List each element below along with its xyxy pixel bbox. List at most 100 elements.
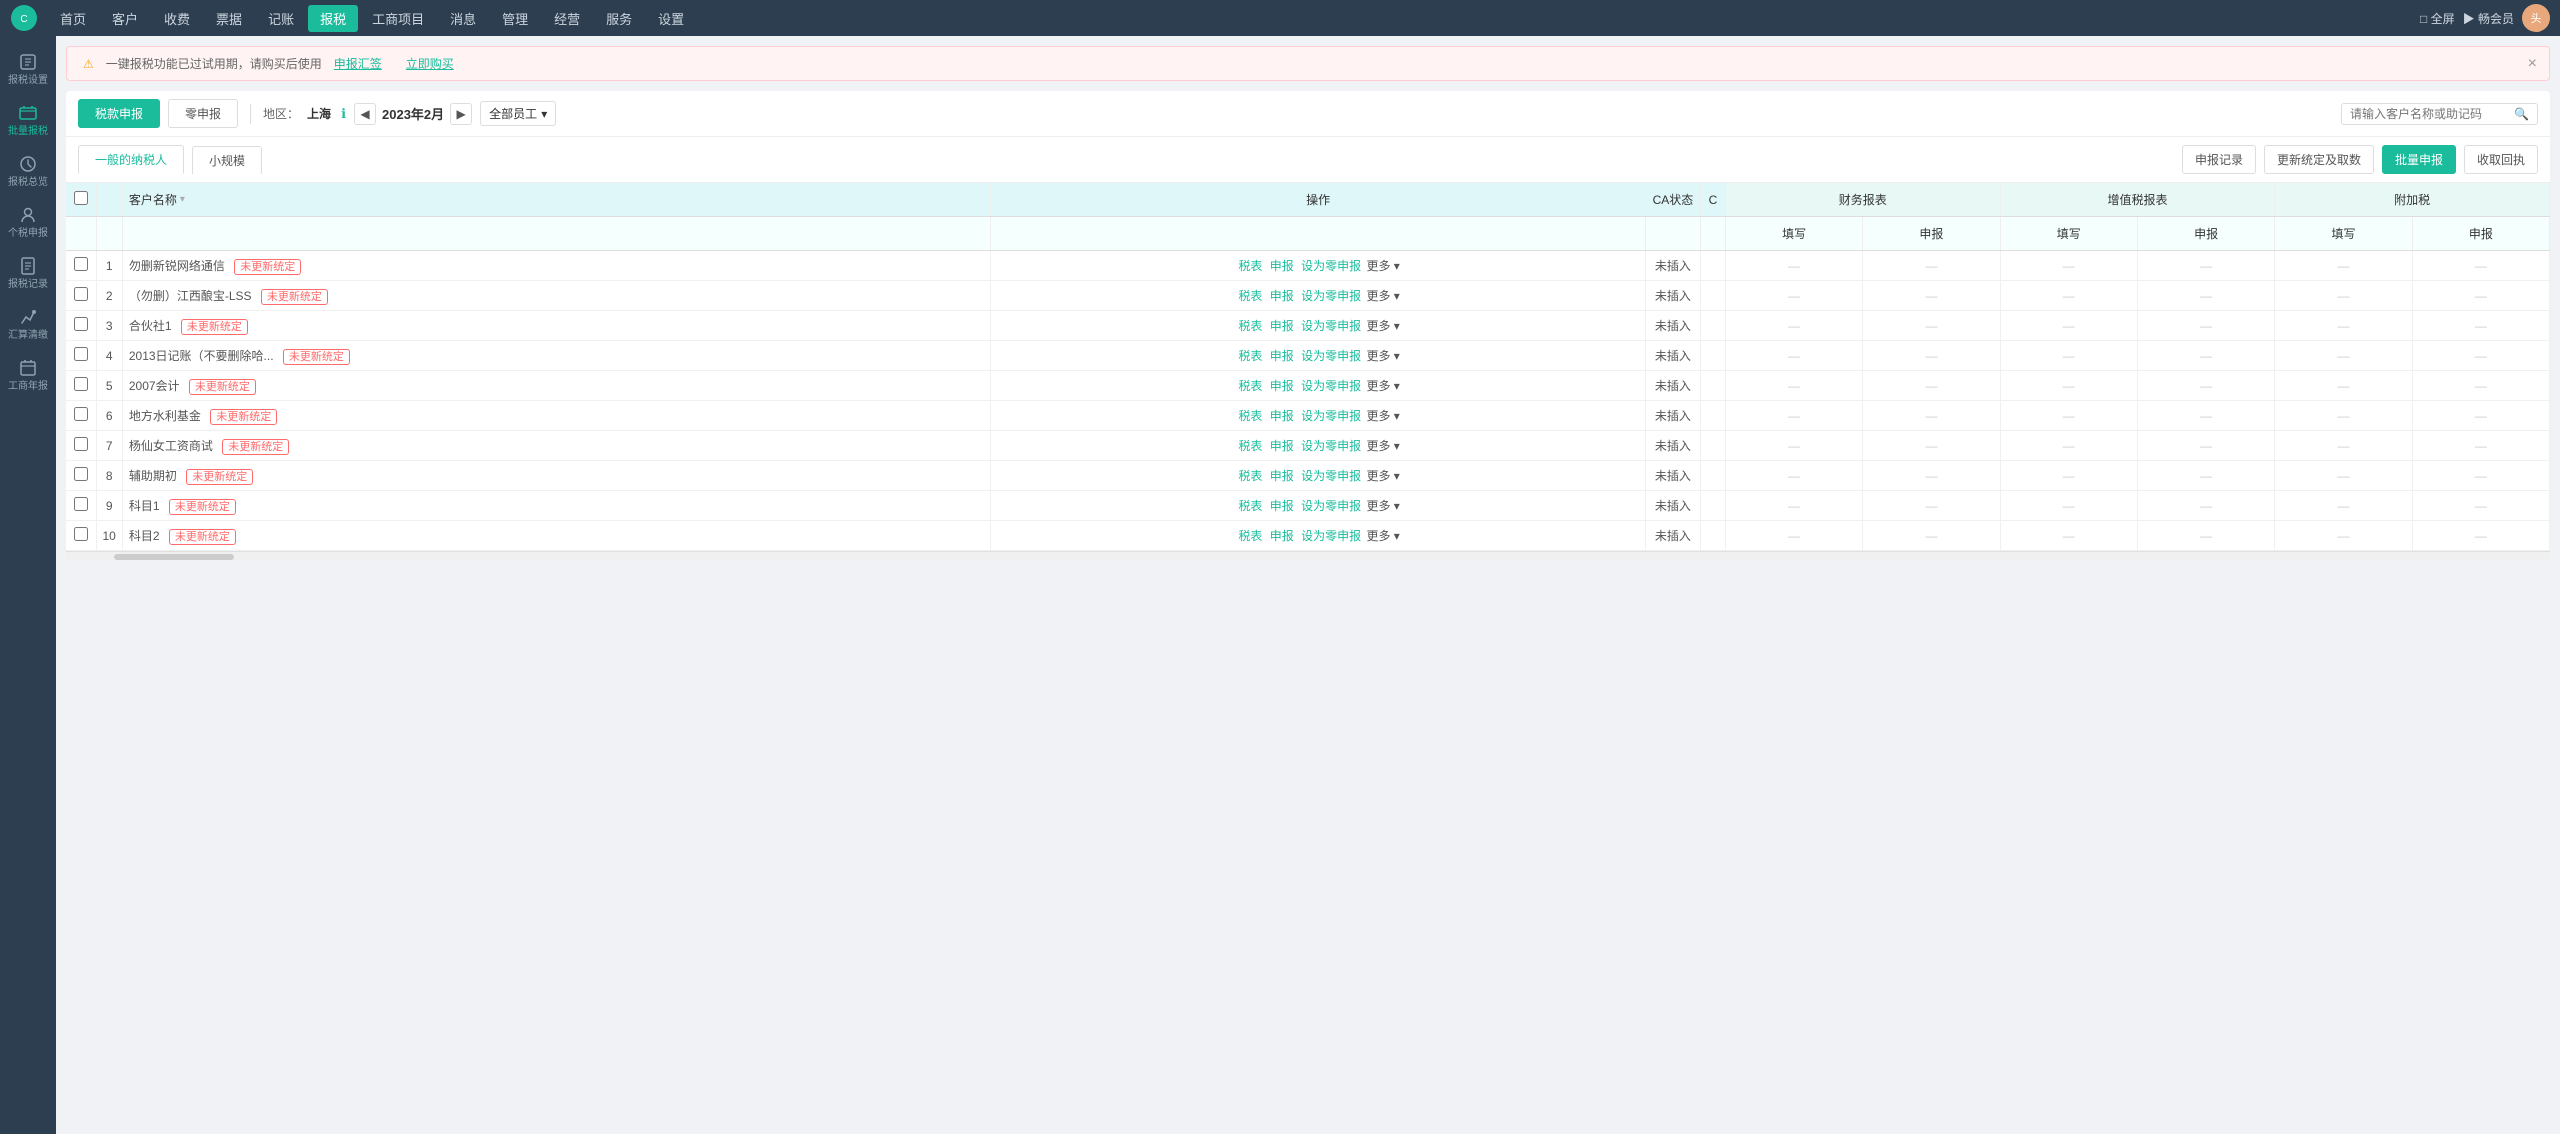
type-tab-general[interactable]: 一般的纳税人: [78, 145, 184, 174]
btn-more-5[interactable]: 更多 ▾: [1366, 409, 1399, 423]
btn-tax-form-7[interactable]: 税表: [1238, 469, 1262, 483]
btn-more-4[interactable]: 更多 ▾: [1366, 379, 1399, 393]
badge-unset-1[interactable]: 未更新统定: [261, 289, 328, 305]
row-cb-1[interactable]: [74, 287, 88, 301]
badge-unset-9[interactable]: 未更新统定: [169, 529, 236, 545]
logo[interactable]: C: [10, 4, 38, 32]
sidebar-item-tax-record[interactable]: 报税记录: [0, 248, 56, 299]
btn-tax-form-6[interactable]: 税表: [1238, 439, 1262, 453]
sidebar-item-annual-report[interactable]: 工商年报: [0, 350, 56, 401]
row-cb-0[interactable]: [74, 257, 88, 271]
btn-zero-declare-4[interactable]: 设为零申报: [1301, 379, 1361, 393]
badge-unset-2[interactable]: 未更新统定: [181, 319, 248, 335]
tab-tax-declaration[interactable]: 税款申报: [78, 99, 160, 128]
row-checkbox-8[interactable]: [66, 491, 96, 521]
btn-declare-8[interactable]: 申报: [1270, 499, 1294, 513]
row-checkbox-0[interactable]: [66, 251, 96, 281]
row-cb-4[interactable]: [74, 377, 88, 391]
btn-tax-form-3[interactable]: 税表: [1238, 349, 1262, 363]
btn-declare-7[interactable]: 申报: [1270, 469, 1294, 483]
btn-filing-record[interactable]: 申报记录: [2182, 145, 2256, 174]
row-cb-9[interactable]: [74, 527, 88, 541]
btn-declare-2[interactable]: 申报: [1270, 319, 1294, 333]
btn-declare-3[interactable]: 申报: [1270, 349, 1294, 363]
badge-unset-8[interactable]: 未更新统定: [169, 499, 236, 515]
nav-customer[interactable]: 客户: [100, 5, 150, 32]
btn-zero-declare-9[interactable]: 设为零申报: [1301, 529, 1361, 543]
row-checkbox-3[interactable]: [66, 341, 96, 371]
horizontal-scrollbar[interactable]: [66, 551, 2550, 561]
row-checkbox-7[interactable]: [66, 461, 96, 491]
btn-tax-form-0[interactable]: 税表: [1238, 259, 1262, 273]
row-cb-7[interactable]: [74, 467, 88, 481]
name-sort-icon[interactable]: ▾: [180, 194, 185, 205]
tab-zero-declaration[interactable]: 零申报: [168, 99, 238, 128]
btn-zero-declare-2[interactable]: 设为零申报: [1301, 319, 1361, 333]
date-next-button[interactable]: ▶: [450, 103, 472, 125]
nav-service[interactable]: 服务: [594, 5, 644, 32]
btn-zero-declare-5[interactable]: 设为零申报: [1301, 409, 1361, 423]
row-checkbox-2[interactable]: [66, 311, 96, 341]
staff-select[interactable]: 全部员工 ▾: [480, 101, 556, 126]
btn-tax-form-1[interactable]: 税表: [1238, 289, 1262, 303]
sidebar-item-settlement[interactable]: 汇算清缴: [0, 299, 56, 350]
info-icon[interactable]: ℹ: [341, 106, 346, 122]
row-cb-2[interactable]: [74, 317, 88, 331]
btn-zero-declare-0[interactable]: 设为零申报: [1301, 259, 1361, 273]
badge-unset-0[interactable]: 未更新统定: [234, 259, 301, 275]
nav-settings[interactable]: 设置: [646, 5, 696, 32]
banner-close-button[interactable]: ×: [2528, 55, 2537, 73]
sidebar-item-tax-overview[interactable]: 报税总览: [0, 146, 56, 197]
nav-home[interactable]: 首页: [48, 5, 98, 32]
row-checkbox-1[interactable]: [66, 281, 96, 311]
fullscreen-button[interactable]: □ 全屏: [2420, 10, 2455, 27]
badge-unset-4[interactable]: 未更新统定: [189, 379, 256, 395]
btn-more-8[interactable]: 更多 ▾: [1366, 499, 1399, 513]
btn-tax-form-2[interactable]: 税表: [1238, 319, 1262, 333]
nav-tax[interactable]: 报税: [308, 5, 358, 32]
btn-zero-declare-8[interactable]: 设为零申报: [1301, 499, 1361, 513]
badge-unset-6[interactable]: 未更新统定: [222, 439, 289, 455]
row-checkbox-6[interactable]: [66, 431, 96, 461]
row-cb-8[interactable]: [74, 497, 88, 511]
btn-collect-receipt[interactable]: 收取回执: [2464, 145, 2538, 174]
select-all-checkbox[interactable]: [74, 191, 88, 205]
date-prev-button[interactable]: ◀: [354, 103, 376, 125]
row-cb-5[interactable]: [74, 407, 88, 421]
btn-tax-form-9[interactable]: 税表: [1238, 529, 1262, 543]
btn-more-9[interactable]: 更多 ▾: [1366, 529, 1399, 543]
banner-link-2[interactable]: 立即购买: [406, 55, 454, 72]
btn-tax-form-4[interactable]: 税表: [1238, 379, 1262, 393]
btn-more-0[interactable]: 更多 ▾: [1366, 259, 1399, 273]
btn-tax-form-8[interactable]: 税表: [1238, 499, 1262, 513]
btn-zero-declare-7[interactable]: 设为零申报: [1301, 469, 1361, 483]
row-cb-6[interactable]: [74, 437, 88, 451]
scrollbar-thumb[interactable]: [114, 554, 234, 560]
sidebar-item-personal-tax[interactable]: 个税申报: [0, 197, 56, 248]
avatar[interactable]: 头: [2522, 4, 2550, 32]
btn-declare-9[interactable]: 申报: [1270, 529, 1294, 543]
nav-management[interactable]: 管理: [490, 5, 540, 32]
row-checkbox-4[interactable]: [66, 371, 96, 401]
nav-operation[interactable]: 经营: [542, 5, 592, 32]
row-checkbox-5[interactable]: [66, 401, 96, 431]
btn-batch-declare[interactable]: 批量申报: [2382, 145, 2456, 174]
badge-unset-5[interactable]: 未更新统定: [210, 409, 277, 425]
nav-bookkeeping[interactable]: 记账: [256, 5, 306, 32]
btn-more-6[interactable]: 更多 ▾: [1366, 439, 1399, 453]
btn-tax-form-5[interactable]: 税表: [1238, 409, 1262, 423]
row-cb-3[interactable]: [74, 347, 88, 361]
banner-link-1[interactable]: 申报汇签: [334, 55, 382, 72]
row-checkbox-9[interactable]: [66, 521, 96, 551]
btn-zero-declare-6[interactable]: 设为零申报: [1301, 439, 1361, 453]
btn-more-3[interactable]: 更多 ▾: [1366, 349, 1399, 363]
search-input[interactable]: [2350, 107, 2510, 121]
nav-business[interactable]: 工商项目: [360, 5, 436, 32]
btn-declare-6[interactable]: 申报: [1270, 439, 1294, 453]
btn-declare-0[interactable]: 申报: [1270, 259, 1294, 273]
badge-unset-7[interactable]: 未更新统定: [186, 469, 253, 485]
btn-declare-4[interactable]: 申报: [1270, 379, 1294, 393]
sidebar-item-tax-settings[interactable]: 报税设置: [0, 44, 56, 95]
vip-button[interactable]: ▶ 畅会员: [2463, 10, 2514, 27]
btn-more-1[interactable]: 更多 ▾: [1366, 289, 1399, 303]
